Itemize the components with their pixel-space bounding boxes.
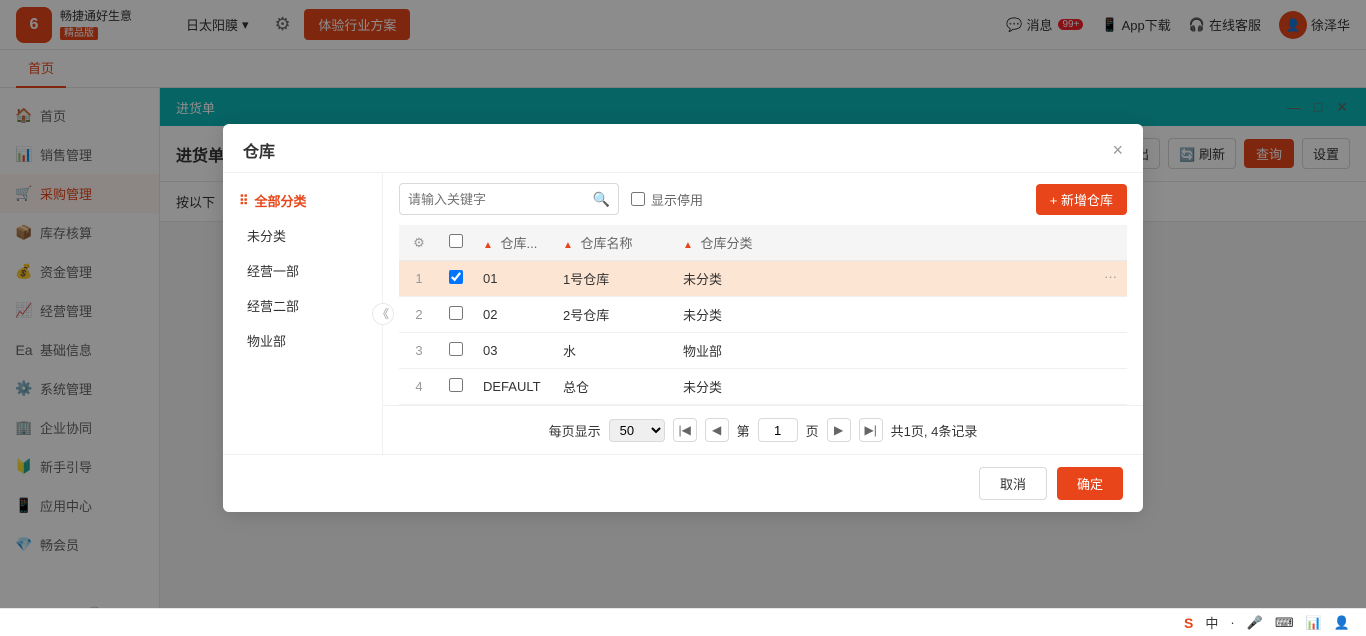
cat-item-unclassified[interactable]: 未分类 xyxy=(223,218,382,253)
table-area: 🔍 显示停用 + 新增仓库 xyxy=(383,173,1143,454)
show-disabled-label: 显示停用 xyxy=(651,190,703,209)
row-name: 水 xyxy=(553,333,673,369)
table-row[interactable]: 1 01 1号仓库 未分类 ··· xyxy=(399,261,1127,297)
modal-title: 仓库 xyxy=(243,138,275,162)
brand-logo-bottom: S xyxy=(1184,615,1193,631)
row-checkbox-cell xyxy=(439,261,473,297)
status-bar: S 中 · 🎤 ⌨ 📊 👤 xyxy=(0,608,1366,636)
brand-s-icon: S xyxy=(1184,615,1193,631)
category-sidebar: ⠿ 全部分类 未分类 经营一部 经营二部 物业部 《 xyxy=(223,173,383,454)
status-bar-zh: 中 xyxy=(1205,613,1218,632)
category-collapse-button[interactable]: 《 xyxy=(372,303,394,325)
row-num: 2 xyxy=(399,297,439,333)
show-disabled-checkbox[interactable] xyxy=(631,192,645,206)
row-checkbox[interactable] xyxy=(449,306,463,320)
chart-icon[interactable]: 📊 xyxy=(1306,615,1322,631)
row-code: 02 xyxy=(473,297,553,333)
row-num: 1 xyxy=(399,261,439,297)
sort-icon-cat: ▲ xyxy=(683,240,693,251)
table-gear-icon[interactable]: ⚙ xyxy=(413,235,425,250)
row-code: 03 xyxy=(473,333,553,369)
status-bar-dot: · xyxy=(1230,615,1234,630)
row-code: 01 xyxy=(473,261,553,297)
search-input[interactable] xyxy=(408,192,593,207)
all-categories-label: 全部分类 xyxy=(255,191,307,210)
row-cat: 未分类 xyxy=(673,297,1127,333)
prev-page-button[interactable]: ◀ xyxy=(705,418,729,442)
modal-header: 仓库 × xyxy=(223,124,1143,173)
show-disabled-checkbox-area: 显示停用 xyxy=(631,190,703,209)
row-more-button[interactable]: ··· xyxy=(1104,269,1117,284)
page-suffix: 页 xyxy=(806,421,819,440)
page-label: 第 xyxy=(737,421,750,440)
cat-item-property[interactable]: 物业部 xyxy=(223,323,382,358)
last-page-button[interactable]: ▶| xyxy=(859,418,883,442)
cat-item-ops1[interactable]: 经营一部 xyxy=(223,253,382,288)
row-name: 总仓 xyxy=(553,369,673,405)
user-status-icon[interactable]: 👤 xyxy=(1334,615,1350,631)
page-input[interactable] xyxy=(758,418,798,442)
row-code: DEFAULT xyxy=(473,369,553,405)
confirm-button[interactable]: 确定 xyxy=(1057,467,1123,500)
col-header-code[interactable]: ▲ 仓库... xyxy=(473,225,553,261)
keyboard-icon[interactable]: ⌨ xyxy=(1275,615,1294,631)
pagination-area: 每页显示 50 100 |◀ ◀ 第 页 ▶ ▶| 共1页, 4条记录 xyxy=(383,405,1143,454)
col-header-settings: ⚙ xyxy=(399,225,439,261)
row-cat: 物业部 xyxy=(673,333,1127,369)
modal-footer: 取消 确定 xyxy=(223,454,1143,512)
row-num: 3 xyxy=(399,333,439,369)
modal-overlay: 仓库 × ⠿ 全部分类 未分类 经营一部 经营二部 xyxy=(0,0,1366,636)
col-header-cat[interactable]: ▲ 仓库分类 xyxy=(673,225,1127,261)
row-checkbox[interactable] xyxy=(449,270,463,284)
total-label: 共1页, 4条记录 xyxy=(891,421,978,440)
row-checkbox-cell xyxy=(439,297,473,333)
select-all-checkbox[interactable] xyxy=(449,234,463,248)
per-page-select[interactable]: 50 100 xyxy=(609,419,665,442)
modal-body: ⠿ 全部分类 未分类 经营一部 经营二部 物业部 《 xyxy=(223,173,1143,454)
cat-item-ops2[interactable]: 经营二部 xyxy=(223,288,382,323)
mic-icon[interactable]: 🎤 xyxy=(1247,615,1263,631)
col-header-name[interactable]: ▲ 仓库名称 xyxy=(553,225,673,261)
row-checkbox-cell xyxy=(439,369,473,405)
row-name: 1号仓库 xyxy=(553,261,673,297)
row-num: 4 xyxy=(399,369,439,405)
warehouse-modal: 仓库 × ⠿ 全部分类 未分类 经营一部 经营二部 xyxy=(223,124,1143,512)
next-page-button[interactable]: ▶ xyxy=(827,418,851,442)
row-cat: 未分类 ··· xyxy=(673,261,1127,297)
col-header-check xyxy=(439,225,473,261)
sort-icon: ▲ xyxy=(483,240,493,251)
table-toolbar: 🔍 显示停用 + 新增仓库 xyxy=(383,173,1143,225)
row-name: 2号仓库 xyxy=(553,297,673,333)
table-row[interactable]: 2 02 2号仓库 未分类 xyxy=(399,297,1127,333)
first-page-button[interactable]: |◀ xyxy=(673,418,697,442)
table-row[interactable]: 3 03 水 物业部 xyxy=(399,333,1127,369)
row-checkbox-cell xyxy=(439,333,473,369)
sort-icon-name: ▲ xyxy=(563,240,573,251)
table-row[interactable]: 4 DEFAULT 总仓 未分类 xyxy=(399,369,1127,405)
row-checkbox[interactable] xyxy=(449,342,463,356)
cancel-button[interactable]: 取消 xyxy=(979,467,1047,500)
grid-icon: ⠿ xyxy=(239,193,249,209)
modal-close-button[interactable]: × xyxy=(1112,140,1123,161)
row-checkbox[interactable] xyxy=(449,378,463,392)
row-cat: 未分类 xyxy=(673,369,1127,405)
search-icon: 🔍 xyxy=(593,191,610,208)
search-box: 🔍 xyxy=(399,183,619,215)
per-page-label: 每页显示 xyxy=(549,421,601,440)
all-categories-item[interactable]: ⠿ 全部分类 xyxy=(223,183,382,218)
warehouse-table: ⚙ ▲ 仓库... ▲ xyxy=(399,225,1127,405)
table-wrapper: ⚙ ▲ 仓库... ▲ xyxy=(383,225,1143,405)
add-warehouse-button[interactable]: + 新增仓库 xyxy=(1036,184,1127,215)
